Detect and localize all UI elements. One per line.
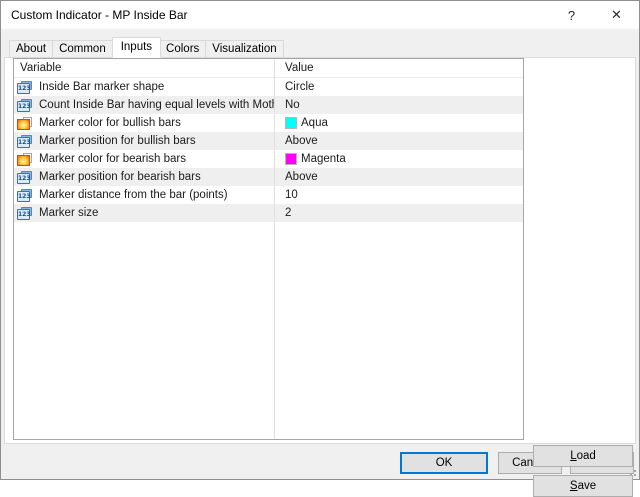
variable-label: Inside Bar marker shape [39, 81, 165, 93]
numeric-parameter-icon: 123 [17, 206, 33, 220]
tab-label: Common [59, 43, 106, 55]
color-parameter-icon [17, 116, 33, 130]
value-text: Magenta [301, 153, 346, 165]
tab-visualization[interactable]: Visualization [206, 40, 284, 58]
variable-cell: 123 Marker position for bearish bars [14, 168, 274, 186]
variable-label: Count Inside Bar having equal levels wit… [39, 99, 274, 111]
variable-label: Marker position for bullish bars [39, 135, 196, 147]
table-row[interactable]: Marker color for bullish bars Aqua [14, 114, 523, 132]
table-row[interactable]: Marker color for bearish bars Magenta [14, 150, 523, 168]
table-header-row: Variable Value [14, 59, 523, 78]
table-row[interactable]: 123 Marker position for bearish bars Above [14, 168, 523, 186]
table-row[interactable]: 123 Marker position for bullish bars Above [14, 132, 523, 150]
color-parameter-icon [17, 152, 33, 166]
value-cell[interactable]: Magenta [274, 150, 523, 168]
variable-label: Marker color for bearish bars [39, 153, 186, 165]
value-text: Above [285, 135, 318, 147]
variable-label: Marker color for bullish bars [39, 117, 181, 129]
color-swatch[interactable] [285, 117, 297, 129]
value-cell[interactable]: Above [274, 132, 523, 150]
close-icon: ✕ [611, 7, 622, 22]
variable-label: Marker distance from the bar (points) [39, 189, 228, 201]
close-button[interactable]: ✕ [594, 1, 639, 29]
numeric-parameter-icon: 123 [17, 80, 33, 94]
value-text: Aqua [301, 117, 328, 129]
column-header-value[interactable]: Value [274, 62, 523, 74]
titlebar[interactable]: Custom Indicator - MP Inside Bar ? ✕ [1, 1, 639, 29]
variable-label: Marker size [39, 207, 99, 219]
ok-button[interactable]: OK [400, 452, 488, 474]
window-title: Custom Indicator - MP Inside Bar [11, 8, 188, 22]
value-text: Above [285, 171, 318, 183]
parameters-table: Variable Value 123 Inside Bar marker shap… [13, 58, 524, 440]
tab-label: Inputs [120, 41, 153, 53]
param-table-body: 123 Inside Bar marker shape Circle 123 Count… [14, 78, 523, 222]
variable-cell: Marker color for bearish bars [14, 150, 274, 168]
inputs-tab-page: Variable Value 123 Inside Bar marker shap… [4, 57, 636, 497]
tab-common[interactable]: Common [53, 40, 113, 58]
table-row[interactable]: 123 Marker distance from the bar (points)… [14, 186, 523, 204]
numeric-parameter-icon: 123 [17, 170, 33, 184]
tab-bar: About Common Inputs Colors Visualization [9, 37, 284, 58]
help-icon: ? [567, 7, 576, 23]
tab-label: About [16, 43, 47, 55]
tab-about[interactable]: About [9, 40, 54, 58]
variable-cell: Marker color for bullish bars [14, 114, 274, 132]
variable-label: Marker position for bearish bars [39, 171, 201, 183]
variable-cell: 123 Marker position for bullish bars [14, 132, 274, 150]
tab-label: Visualization [212, 43, 277, 55]
table-row[interactable]: 123 Marker size 2 [14, 204, 523, 222]
table-row[interactable]: 123 Inside Bar marker shape Circle [14, 78, 523, 96]
value-cell[interactable]: Circle [274, 78, 523, 96]
numeric-parameter-icon: 123 [17, 188, 33, 202]
variable-cell: 123 Inside Bar marker shape [14, 78, 274, 96]
color-swatch[interactable] [285, 153, 297, 165]
numeric-parameter-icon: 123 [17, 134, 33, 148]
tab-label: Colors [166, 43, 200, 55]
help-button[interactable]: ? [549, 1, 594, 29]
numeric-parameter-icon: 123 [17, 98, 33, 112]
value-cell[interactable]: No [274, 96, 523, 114]
value-cell[interactable]: Aqua [274, 114, 523, 132]
value-cell[interactable]: 10 [274, 186, 523, 204]
value-cell[interactable]: Above [274, 168, 523, 186]
variable-cell: 123 Marker distance from the bar (points) [14, 186, 274, 204]
table-row[interactable]: 123 Count Inside Bar having equal levels … [14, 96, 523, 114]
tab-inputs[interactable]: Inputs [111, 37, 162, 58]
value-text: Circle [285, 81, 315, 93]
tab-colors[interactable]: Colors [160, 40, 207, 58]
variable-cell: 123 Count Inside Bar having equal levels … [14, 96, 274, 114]
value-cell[interactable]: 2 [274, 204, 523, 222]
save-button[interactable]: Save [533, 475, 633, 497]
value-text: No [285, 99, 300, 111]
load-button[interactable]: Load [533, 445, 633, 467]
value-text: 2 [285, 207, 292, 219]
value-text: 10 [285, 189, 298, 201]
variable-cell: 123 Marker size [14, 204, 274, 222]
custom-indicator-dialog: Custom Indicator - MP Inside Bar ? ✕ Abo… [0, 0, 640, 497]
column-header-variable[interactable]: Variable [14, 62, 274, 74]
titlebar-buttons: ? ✕ [549, 1, 639, 29]
